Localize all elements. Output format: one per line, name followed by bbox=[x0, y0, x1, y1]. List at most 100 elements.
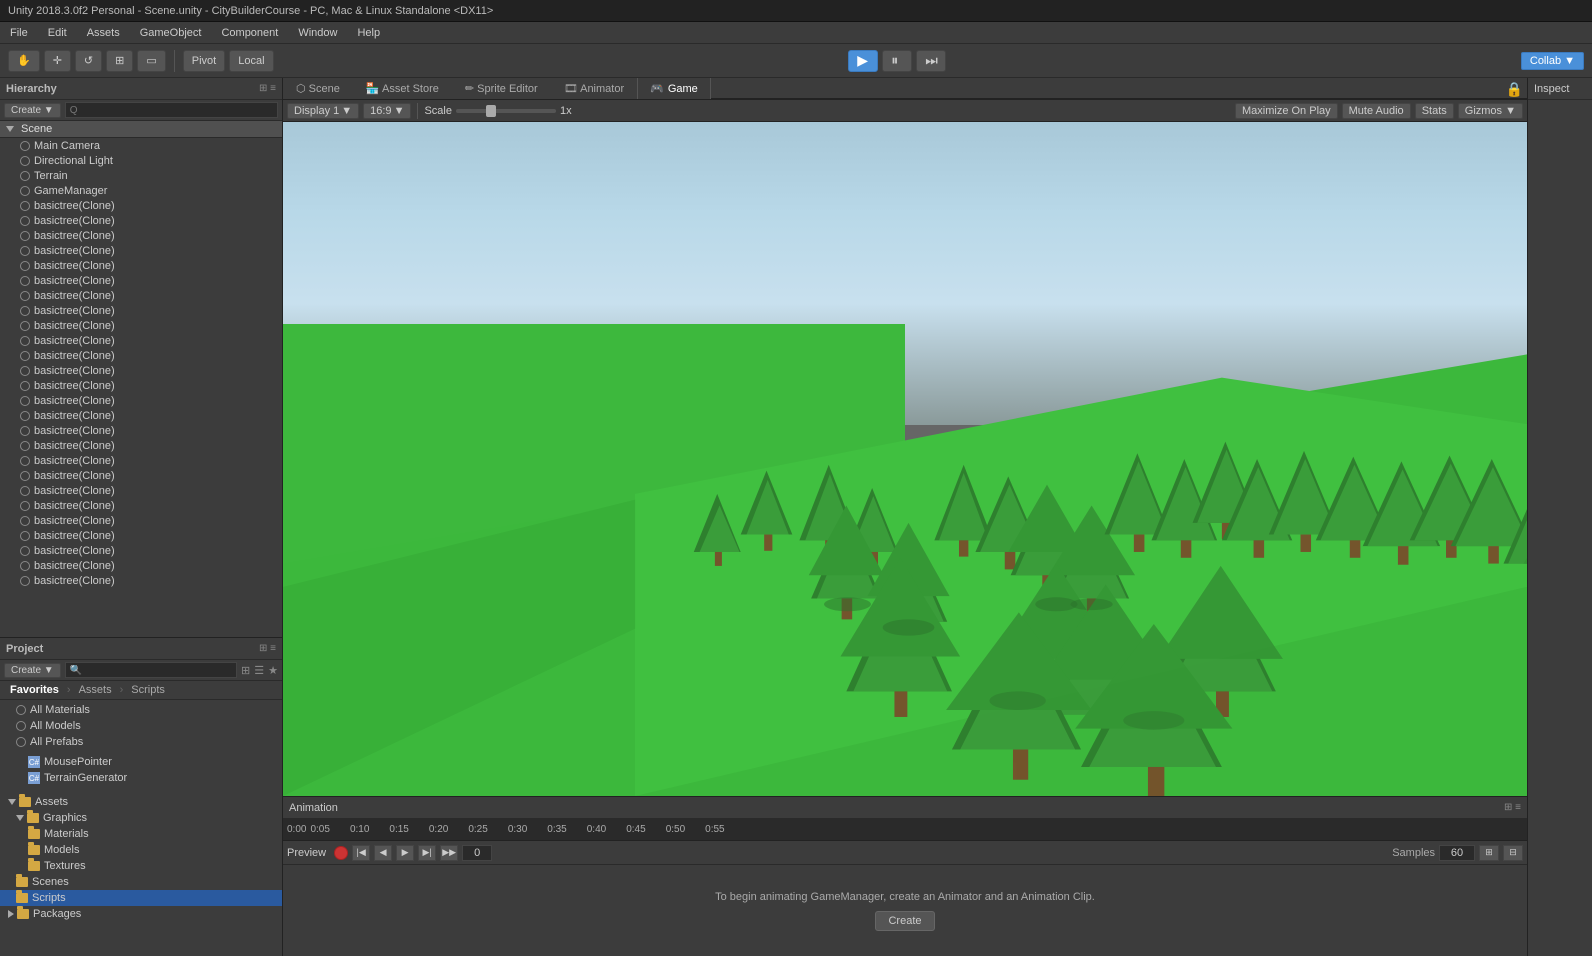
timeline-20: 0:20 bbox=[429, 824, 448, 835]
fav-all-materials[interactable]: All Materials bbox=[0, 702, 282, 718]
hierarchy-item-7[interactable]: basictree(Clone) bbox=[0, 243, 282, 258]
record-button[interactable] bbox=[334, 846, 348, 860]
hierarchy-resize: ⊞ ≡ bbox=[259, 83, 276, 94]
menu-help[interactable]: Help bbox=[351, 25, 386, 41]
hierarchy-item-13[interactable]: basictree(Clone) bbox=[0, 333, 282, 348]
project-search[interactable] bbox=[65, 662, 237, 678]
hierarchy-item-18[interactable]: basictree(Clone) bbox=[0, 408, 282, 423]
hierarchy-item-1[interactable]: Directional Light bbox=[0, 153, 282, 168]
frame-input[interactable] bbox=[462, 845, 492, 861]
hierarchy-item-0[interactable]: Main Camera bbox=[0, 138, 282, 153]
menu-window[interactable]: Window bbox=[292, 25, 343, 41]
scripts-folder[interactable]: Scripts bbox=[0, 890, 282, 906]
pivot-label: Pivot bbox=[192, 55, 216, 67]
hierarchy-item-20[interactable]: basictree(Clone) bbox=[0, 438, 282, 453]
hierarchy-item-6[interactable]: basictree(Clone) bbox=[0, 228, 282, 243]
menu-assets[interactable]: Assets bbox=[81, 25, 126, 41]
models-folder[interactable]: Models bbox=[0, 842, 282, 858]
anim-options-2[interactable]: ⊟ bbox=[1503, 845, 1523, 861]
play-anim-button[interactable]: ▶ bbox=[396, 845, 414, 861]
hierarchy-item-17[interactable]: basictree(Clone) bbox=[0, 393, 282, 408]
aspect-selector[interactable]: 16:9 ▼ bbox=[363, 103, 411, 119]
hierarchy-item-label-11: basictree(Clone) bbox=[34, 305, 115, 317]
display-selector[interactable]: Display 1 ▼ bbox=[287, 103, 359, 119]
scale-tool[interactable]: ⊞ bbox=[106, 50, 133, 72]
packages-root[interactable]: Packages bbox=[0, 906, 282, 922]
rotate-tool[interactable]: ↺ bbox=[75, 50, 102, 72]
stats-btn[interactable]: Stats bbox=[1415, 103, 1454, 119]
fav-all-models[interactable]: All Models bbox=[0, 718, 282, 734]
fav-all-prefabs[interactable]: All Prefabs bbox=[0, 734, 282, 750]
hierarchy-item-12[interactable]: basictree(Clone) bbox=[0, 318, 282, 333]
end-button[interactable]: ▶▶ bbox=[440, 845, 458, 861]
tab-scripts[interactable]: Scripts bbox=[125, 683, 171, 697]
tab-asset-store[interactable]: 🏪 Asset Store bbox=[353, 78, 452, 99]
materials-folder[interactable]: Materials bbox=[0, 826, 282, 842]
maximize-on-play-btn[interactable]: Maximize On Play bbox=[1235, 103, 1338, 119]
hierarchy-item-25[interactable]: basictree(Clone) bbox=[0, 513, 282, 528]
game-toolbar-sep-1 bbox=[417, 103, 418, 119]
hierarchy-item-27[interactable]: basictree(Clone) bbox=[0, 543, 282, 558]
hierarchy-item-5[interactable]: basictree(Clone) bbox=[0, 213, 282, 228]
hierarchy-item-8[interactable]: basictree(Clone) bbox=[0, 258, 282, 273]
assets-root[interactable]: Assets bbox=[0, 794, 282, 810]
hierarchy-item-4[interactable]: basictree(Clone) bbox=[0, 198, 282, 213]
hierarchy-item-23[interactable]: basictree(Clone) bbox=[0, 483, 282, 498]
hierarchy-item-29[interactable]: basictree(Clone) bbox=[0, 573, 282, 588]
tab-animator[interactable]: 🎞 Animator bbox=[551, 78, 637, 99]
lock-icon[interactable]: 🔒 bbox=[1506, 81, 1523, 98]
next-button[interactable]: ▶| bbox=[418, 845, 436, 861]
gizmos-btn[interactable]: Gizmos ▼ bbox=[1458, 103, 1523, 119]
script-mousepointer[interactable]: C# MousePointer bbox=[0, 754, 282, 770]
textures-folder[interactable]: Textures bbox=[0, 858, 282, 874]
hand-tool[interactable]: ✋ bbox=[8, 50, 40, 72]
play-button[interactable]: ▶ bbox=[848, 50, 878, 72]
pause-button[interactable]: ⏸ bbox=[882, 50, 912, 72]
rect-tool[interactable]: ▭ bbox=[137, 50, 165, 72]
anim-options-1[interactable]: ⊞ bbox=[1479, 845, 1499, 861]
menu-file[interactable]: File bbox=[4, 25, 34, 41]
start-button[interactable]: |◀ bbox=[352, 845, 370, 861]
hierarchy-item-9[interactable]: basictree(Clone) bbox=[0, 273, 282, 288]
hierarchy-item-26[interactable]: basictree(Clone) bbox=[0, 528, 282, 543]
hierarchy-item-28[interactable]: basictree(Clone) bbox=[0, 558, 282, 573]
tab-scene[interactable]: ⬡ Scene bbox=[283, 78, 353, 99]
hierarchy-item-10[interactable]: basictree(Clone) bbox=[0, 288, 282, 303]
menu-gameobject[interactable]: GameObject bbox=[134, 25, 208, 41]
prev-button[interactable]: ◀ bbox=[374, 845, 392, 861]
mute-audio-btn[interactable]: Mute Audio bbox=[1342, 103, 1411, 119]
move-tool[interactable]: ✛ bbox=[44, 50, 71, 72]
hierarchy-item-11[interactable]: basictree(Clone) bbox=[0, 303, 282, 318]
step-button[interactable]: ⏭ bbox=[916, 50, 946, 72]
menu-edit[interactable]: Edit bbox=[42, 25, 73, 41]
hierarchy-item-14[interactable]: basictree(Clone) bbox=[0, 348, 282, 363]
samples-input[interactable] bbox=[1439, 845, 1475, 861]
hierarchy-item-21[interactable]: basictree(Clone) bbox=[0, 453, 282, 468]
hierarchy-item-2[interactable]: Terrain bbox=[0, 168, 282, 183]
hierarchy-item-16[interactable]: basictree(Clone) bbox=[0, 378, 282, 393]
project-icon-1[interactable]: ⊞ bbox=[241, 664, 250, 677]
hierarchy-create-btn[interactable]: Create ▼ bbox=[4, 103, 61, 118]
scale-slider[interactable] bbox=[456, 109, 556, 113]
tab-sprite-editor[interactable]: ✏ Sprite Editor bbox=[452, 78, 551, 99]
pivot-button[interactable]: Pivot bbox=[183, 50, 225, 72]
scenes-folder[interactable]: Scenes bbox=[0, 874, 282, 890]
hierarchy-item-15[interactable]: basictree(Clone) bbox=[0, 363, 282, 378]
hierarchy-item-19[interactable]: basictree(Clone) bbox=[0, 423, 282, 438]
local-button[interactable]: Local bbox=[229, 50, 273, 72]
tab-assets[interactable]: Assets bbox=[73, 683, 118, 697]
hierarchy-item-3[interactable]: GameManager bbox=[0, 183, 282, 198]
script-terraingenerator[interactable]: C# TerrainGenerator bbox=[0, 770, 282, 786]
project-create-btn[interactable]: Create ▼ bbox=[4, 663, 61, 678]
collab-button[interactable]: Collab ▼ bbox=[1521, 52, 1584, 70]
hierarchy-item-22[interactable]: basictree(Clone) bbox=[0, 468, 282, 483]
hierarchy-search[interactable] bbox=[65, 102, 278, 118]
project-icon-2[interactable]: ☰ bbox=[254, 664, 264, 677]
tab-favorites[interactable]: Favorites bbox=[4, 683, 65, 697]
hierarchy-item-24[interactable]: basictree(Clone) bbox=[0, 498, 282, 513]
menu-component[interactable]: Component bbox=[215, 25, 284, 41]
graphics-folder[interactable]: Graphics bbox=[0, 810, 282, 826]
animation-create-btn[interactable]: Create bbox=[875, 911, 934, 931]
tab-game[interactable]: 🎮 Game bbox=[637, 78, 711, 99]
project-icon-3[interactable]: ★ bbox=[268, 664, 278, 677]
